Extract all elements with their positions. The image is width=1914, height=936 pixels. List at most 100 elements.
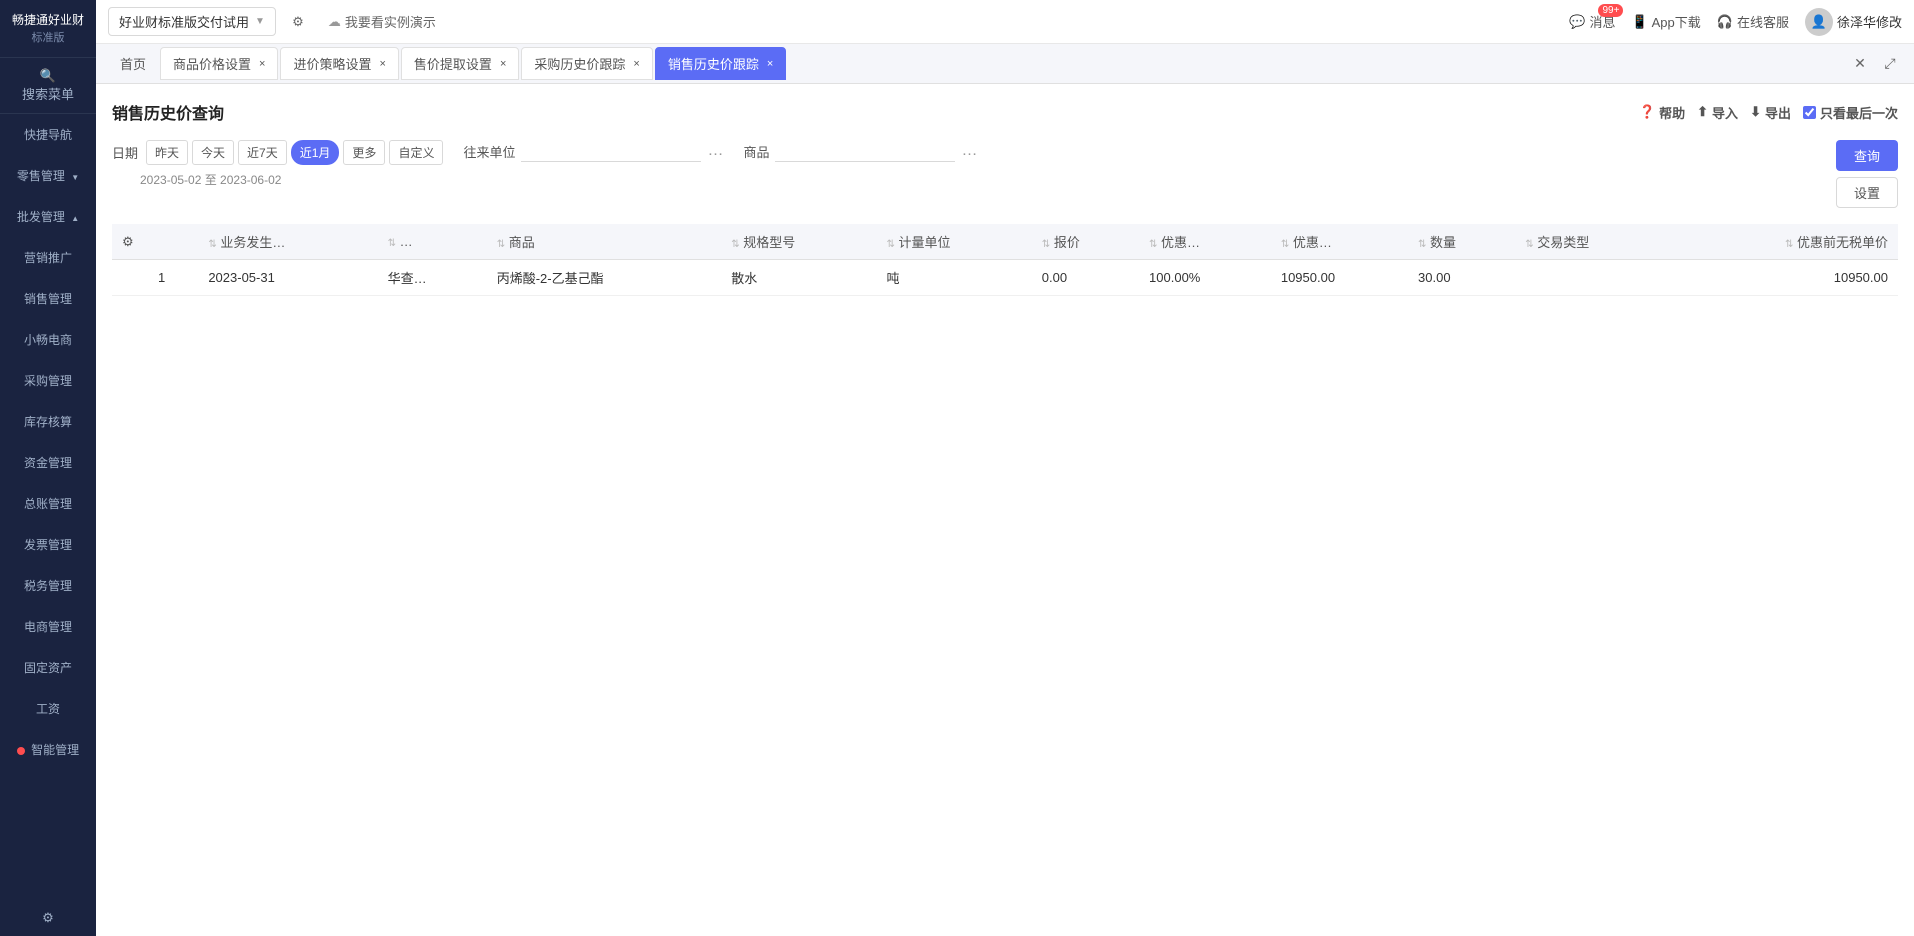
only-last-checkbox[interactable] bbox=[1803, 106, 1816, 119]
row-trade-type bbox=[1515, 260, 1670, 296]
sidebar-search-label: 搜索菜单 bbox=[8, 84, 88, 103]
export-button[interactable]: ⬇ 导出 bbox=[1750, 103, 1791, 122]
tab-price-settings-close[interactable]: × bbox=[259, 58, 265, 70]
row-discount1: 100.00% bbox=[1139, 260, 1271, 296]
table-header-row: ⚙ ⇅ 业务发生… ⇅ … ⇅ 商品 bbox=[112, 224, 1898, 260]
query-button[interactable]: 查询 bbox=[1836, 140, 1898, 171]
from-company-input[interactable] bbox=[521, 140, 701, 162]
topbar-right: 💬 消息 99+ 📱 App下载 🎧 在线客服 👤 徐泽华修改 bbox=[1569, 8, 1902, 36]
app-download-label: App下载 bbox=[1652, 12, 1701, 31]
product-input[interactable] bbox=[775, 140, 955, 162]
date-btn-yesterday[interactable]: 昨天 bbox=[146, 140, 188, 165]
online-service-button[interactable]: 🎧 在线客服 bbox=[1717, 12, 1789, 31]
tab-purchase-strategy-close[interactable]: × bbox=[379, 58, 385, 70]
tab-sales-history[interactable]: 销售历史价跟踪 × bbox=[655, 47, 786, 80]
tab-price-settings[interactable]: 商品价格设置 × bbox=[160, 47, 278, 80]
col-quantity[interactable]: ⇅ 数量 bbox=[1408, 224, 1515, 260]
sidebar-item-purchase-label: 采购管理 bbox=[24, 374, 72, 388]
close-window-button[interactable]: ✕ bbox=[1848, 52, 1872, 76]
sidebar-item-salary-label: 工资 bbox=[36, 702, 60, 716]
sidebar-item-accounting-label: 总账管理 bbox=[24, 497, 72, 511]
sidebar-item-smart[interactable]: 智能管理 bbox=[0, 729, 96, 770]
date-btn-today[interactable]: 今天 bbox=[192, 140, 234, 165]
col-unit[interactable]: ⇅ 计量单位 bbox=[877, 224, 1032, 260]
tabbar: 首页 商品价格设置 × 进价策略设置 × 售价提取设置 × 采购历史价跟踪 × … bbox=[96, 44, 1914, 84]
product-dots-button[interactable]: … bbox=[961, 142, 977, 160]
demo-button[interactable]: ☁ 我要看实例演示 bbox=[328, 12, 436, 31]
col-quote[interactable]: ⇅ 报价 bbox=[1032, 224, 1139, 260]
export-icon: ⬇ bbox=[1750, 104, 1761, 120]
col-gear[interactable]: ⚙ bbox=[112, 224, 148, 260]
date-btn-custom[interactable]: 自定义 bbox=[389, 140, 443, 165]
sidebar-item-retail[interactable]: 零售管理 bbox=[0, 155, 96, 196]
shortcut-label: 快捷导航 bbox=[24, 128, 72, 142]
tab-purchase-strategy[interactable]: 进价策略设置 × bbox=[280, 47, 398, 80]
col-pretax-price[interactable]: ⇅ 优惠前无税单价 bbox=[1671, 224, 1898, 260]
date-btn-7days[interactable]: 近7天 bbox=[238, 140, 287, 165]
col-trade-type[interactable]: ⇅ 交易类型 bbox=[1515, 224, 1670, 260]
sort-spec-icon: ⇅ bbox=[731, 239, 739, 250]
sidebar-item-marketing-label: 营销推广 bbox=[24, 251, 72, 265]
app-download-button[interactable]: 📱 App下载 bbox=[1631, 12, 1700, 31]
tab-home[interactable]: 首页 bbox=[108, 48, 158, 79]
sidebar-item-retail-label: 零售管理 bbox=[17, 169, 65, 183]
sidebar-item-invoice[interactable]: 发票管理 bbox=[0, 524, 96, 565]
help-button[interactable]: ❓ 帮助 bbox=[1639, 103, 1685, 122]
col-product[interactable]: ⇅ 商品 bbox=[487, 224, 722, 260]
user-menu[interactable]: 👤 徐泽华修改 bbox=[1805, 8, 1902, 36]
tab-sales-history-label: 销售历史价跟踪 bbox=[668, 54, 759, 73]
date-btn-more[interactable]: 更多 bbox=[343, 140, 385, 165]
tab-purchase-history-close[interactable]: × bbox=[633, 58, 639, 70]
maximize-button[interactable]: ⤢ bbox=[1878, 52, 1902, 76]
sidebar-item-sales-label: 销售管理 bbox=[24, 292, 72, 306]
col-spec[interactable]: ⇅ 规格型号 bbox=[721, 224, 876, 260]
sidebar-item-inventory-label: 库存核算 bbox=[24, 415, 72, 429]
sidebar-item-accounting[interactable]: 总账管理 bbox=[0, 483, 96, 524]
col-discount2[interactable]: ⇅ 优惠… bbox=[1271, 224, 1408, 260]
message-button[interactable]: 💬 消息 99+ bbox=[1569, 12, 1615, 31]
sidebar-item-wholesale[interactable]: 批发管理 bbox=[0, 196, 96, 237]
page-title-text: 销售历史价查询 bbox=[112, 100, 224, 124]
gear-col-icon: ⚙ bbox=[122, 234, 134, 249]
sidebar-item-purchase[interactable]: 采购管理 bbox=[0, 360, 96, 401]
tab-price-extract-close[interactable]: × bbox=[500, 58, 506, 70]
col-discount1[interactable]: ⇅ 优惠… bbox=[1139, 224, 1271, 260]
sidebar-item-finance[interactable]: 资金管理 bbox=[0, 442, 96, 483]
sidebar-item-marketing[interactable]: 营销推广 bbox=[0, 237, 96, 278]
date-btn-1month[interactable]: 近1月 bbox=[291, 140, 340, 165]
row-gear bbox=[112, 260, 148, 296]
import-button[interactable]: ⬆ 导入 bbox=[1697, 103, 1738, 122]
sidebar-item-fixed-assets[interactable]: 固定资产 bbox=[0, 647, 96, 688]
sidebar-item-ecommerce[interactable]: 电商管理 bbox=[0, 606, 96, 647]
from-company-dots-button[interactable]: … bbox=[707, 142, 723, 160]
product-selector[interactable]: 好业财标准版交付试用 ▼ bbox=[108, 7, 276, 36]
sidebar-search[interactable]: 🔍 搜索菜单 bbox=[0, 58, 96, 114]
smart-dot bbox=[17, 747, 25, 755]
sidebar-item-ecommerce-label: 电商管理 bbox=[24, 620, 72, 634]
row-more: 华查… bbox=[378, 260, 487, 296]
col-more[interactable]: ⇅ … bbox=[378, 224, 487, 260]
sidebar-item-ecommerce-small[interactable]: 小畅电商 bbox=[0, 319, 96, 360]
sidebar-item-inventory[interactable]: 库存核算 bbox=[0, 401, 96, 442]
tab-sales-history-close[interactable]: × bbox=[767, 58, 773, 70]
sort-quote-icon: ⇅ bbox=[1042, 239, 1050, 250]
tab-purchase-history[interactable]: 采购历史价跟踪 × bbox=[521, 47, 652, 80]
topbar-settings-button[interactable]: ⚙ bbox=[284, 8, 312, 36]
topbar: 好业财标准版交付试用 ▼ ⚙ ☁ 我要看实例演示 💬 消息 99+ 📱 App下… bbox=[96, 0, 1914, 44]
sidebar-item-salary[interactable]: 工资 bbox=[0, 688, 96, 729]
tab-close-all: ✕ ⤢ bbox=[1848, 52, 1902, 76]
tab-price-extract[interactable]: 售价提取设置 × bbox=[401, 47, 519, 80]
col-business-date[interactable]: ⇅ 业务发生… bbox=[198, 224, 377, 260]
sort-quantity-icon: ⇅ bbox=[1418, 239, 1426, 250]
logo-title: 畅捷通好业财 bbox=[8, 12, 88, 29]
from-company-filter: 往来单位 … bbox=[463, 140, 723, 162]
only-last-checkbox-label[interactable]: 只看最后一次 bbox=[1803, 103, 1898, 122]
sidebar-item-tax-label: 税务管理 bbox=[24, 579, 72, 593]
sidebar-item-tax[interactable]: 税务管理 bbox=[0, 565, 96, 606]
settings-button[interactable]: 设置 bbox=[1836, 177, 1898, 208]
sidebar-item-sales[interactable]: 销售管理 bbox=[0, 278, 96, 319]
sidebar-shortcut[interactable]: 快捷导航 bbox=[0, 114, 96, 155]
sidebar-settings-button[interactable]: ⚙ bbox=[0, 900, 96, 936]
date-range-display: 2023-05-02 至 2023-06-02 bbox=[112, 171, 443, 188]
col-index bbox=[148, 224, 198, 260]
